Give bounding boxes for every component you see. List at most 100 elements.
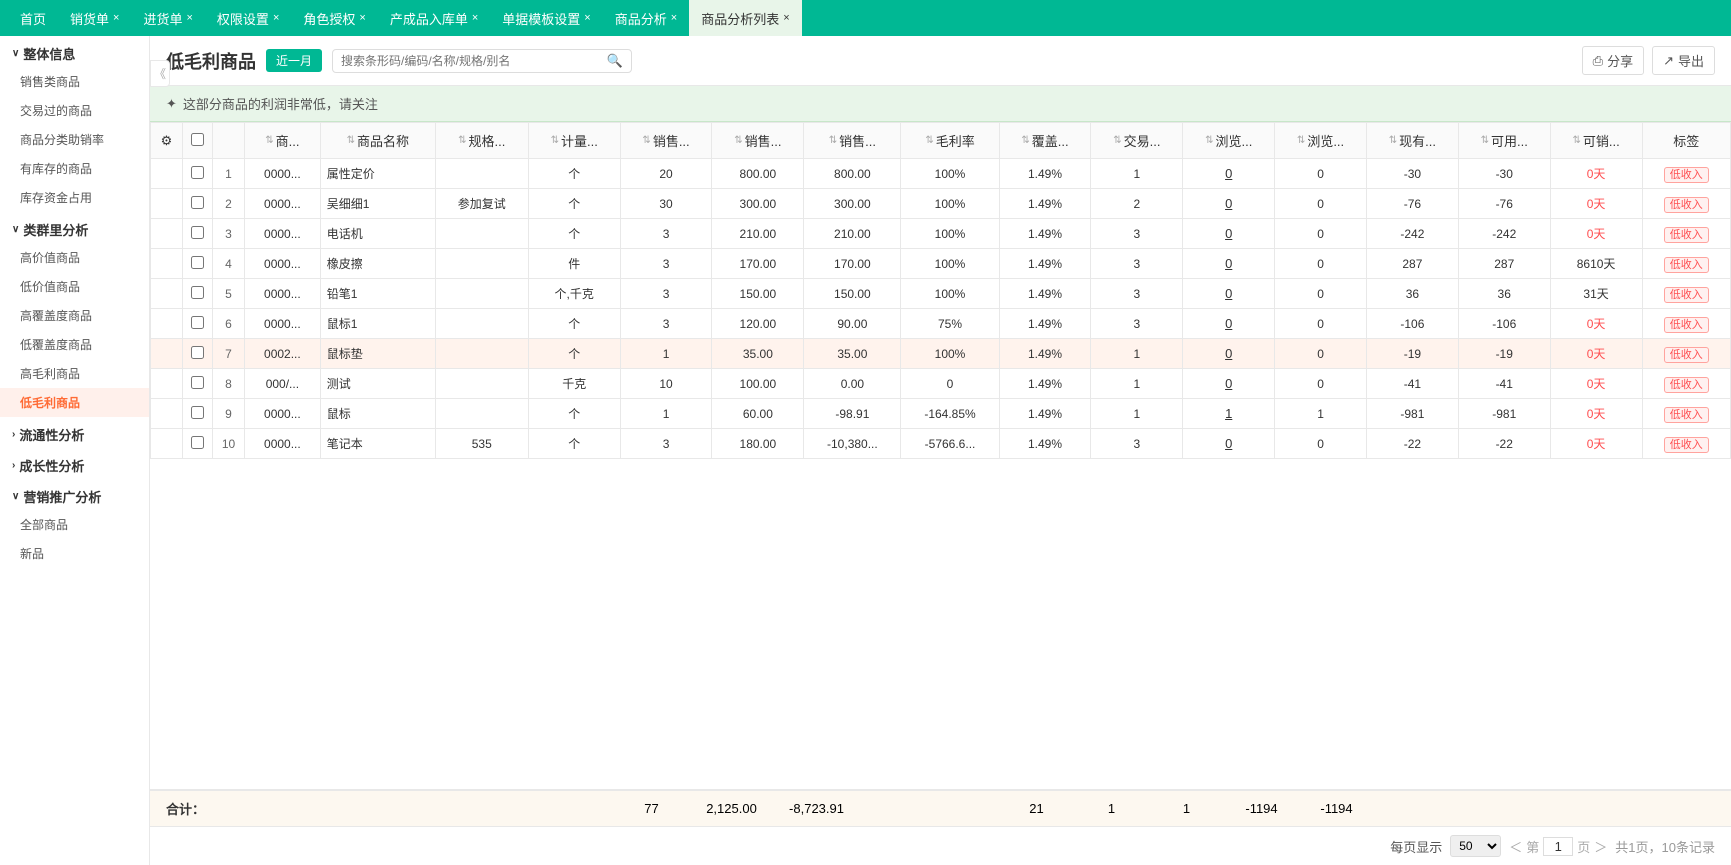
nav-product-analysis[interactable]: 商品分析 ×: [603, 0, 689, 36]
data-table-container[interactable]: ⚙ ⇅商... ⇅商品名称 ⇅规格...: [150, 122, 1731, 789]
next-page-button[interactable]: ＞: [1594, 837, 1607, 856]
sidebar-item-stocked-goods[interactable]: 有库存的商品: [0, 154, 149, 183]
period-button[interactable]: 近一月: [266, 49, 322, 72]
sidebar-item-category-rate[interactable]: 商品分类助销率: [0, 125, 149, 154]
sidebar-item-high-margin[interactable]: 高毛利商品: [0, 359, 149, 388]
sidebar-item-all-goods[interactable]: 全部商品: [0, 510, 149, 539]
row-view1[interactable]: 0: [1183, 249, 1275, 279]
row-checkbox-cell[interactable]: [183, 189, 213, 219]
close-icon[interactable]: ×: [273, 12, 279, 24]
col-rownum: [213, 123, 245, 159]
col-sellable[interactable]: ⇅可销...: [1550, 123, 1642, 159]
close-icon[interactable]: ×: [584, 12, 590, 24]
row-view1[interactable]: 0: [1183, 429, 1275, 459]
col-code[interactable]: ⇅商...: [245, 123, 321, 159]
row-view1[interactable]: 0: [1183, 279, 1275, 309]
sidebar-collapse-button[interactable]: 《: [150, 60, 170, 87]
current-page-input[interactable]: 1: [1543, 837, 1573, 856]
row-checkbox[interactable]: [191, 376, 204, 389]
row-view1[interactable]: 0: [1183, 309, 1275, 339]
sidebar-group-cluster[interactable]: ∨ 类群里分析: [0, 212, 149, 243]
share-button[interactable]: ⎙ 分享: [1582, 46, 1644, 75]
row-checkbox[interactable]: [191, 256, 204, 269]
col-select-all[interactable]: [183, 123, 213, 159]
nav-permission-settings[interactable]: 权限设置 ×: [205, 0, 291, 36]
row-checkbox[interactable]: [191, 166, 204, 179]
close-icon[interactable]: ×: [113, 12, 119, 24]
row-sales-profit: 150.00: [804, 279, 901, 309]
row-checkbox[interactable]: [191, 346, 204, 359]
settings-icon[interactable]: ⚙: [161, 133, 173, 148]
nav-product-analysis-list[interactable]: 商品分析列表 ×: [689, 0, 801, 36]
col-name[interactable]: ⇅商品名称: [320, 123, 435, 159]
row-checkbox[interactable]: [191, 316, 204, 329]
nav-role-auth[interactable]: 角色授权 ×: [291, 0, 377, 36]
col-available[interactable]: ⇅可用...: [1458, 123, 1550, 159]
sidebar-item-high-value[interactable]: 高价值商品: [0, 243, 149, 272]
sidebar-item-traded-goods[interactable]: 交易过的商品: [0, 96, 149, 125]
row-view1[interactable]: 0: [1183, 219, 1275, 249]
row-view1[interactable]: 0: [1183, 369, 1275, 399]
search-input[interactable]: [341, 54, 607, 68]
page-size-select[interactable]: 50 100 200: [1450, 835, 1501, 857]
close-icon[interactable]: ×: [783, 12, 789, 24]
row-sellable: 0天: [1550, 189, 1642, 219]
nav-product-warehouse[interactable]: 产成品入库单 ×: [378, 0, 490, 36]
col-unit[interactable]: ⇅计量...: [528, 123, 620, 159]
row-checkbox-cell[interactable]: [183, 339, 213, 369]
export-button[interactable]: ↗ 导出: [1652, 46, 1715, 75]
row-view1[interactable]: 0: [1183, 339, 1275, 369]
col-view1[interactable]: ⇅浏览...: [1183, 123, 1275, 159]
nav-template-settings[interactable]: 单据模板设置 ×: [490, 0, 602, 36]
sidebar-item-new-goods[interactable]: 新品: [0, 539, 149, 568]
close-icon[interactable]: ×: [472, 12, 478, 24]
sidebar-item-low-margin[interactable]: 低毛利商品: [0, 388, 149, 417]
col-sales-qty[interactable]: ⇅销售...: [620, 123, 712, 159]
sidebar-item-stock-capital[interactable]: 库存资金占用: [0, 183, 149, 212]
row-checkbox[interactable]: [191, 196, 204, 209]
col-sales-profit[interactable]: ⇅销售...: [804, 123, 901, 159]
row-checkbox-cell[interactable]: [183, 369, 213, 399]
row-checkbox-cell[interactable]: [183, 279, 213, 309]
col-settings[interactable]: ⚙: [151, 123, 183, 159]
row-checkbox-cell[interactable]: [183, 219, 213, 249]
nav-purchase-order[interactable]: 进货单 ×: [131, 0, 204, 36]
row-checkbox[interactable]: [191, 286, 204, 299]
row-checkbox-cell[interactable]: [183, 159, 213, 189]
col-current-stock[interactable]: ⇅现有...: [1366, 123, 1458, 159]
row-checkbox[interactable]: [191, 226, 204, 239]
sidebar-group-overall[interactable]: ∨ 整体信息: [0, 36, 149, 67]
prev-page-button[interactable]: ＜: [1509, 837, 1522, 856]
row-checkbox-cell[interactable]: [183, 399, 213, 429]
row-view1[interactable]: 1: [1183, 399, 1275, 429]
col-transaction[interactable]: ⇅交易...: [1091, 123, 1183, 159]
row-checkbox[interactable]: [191, 406, 204, 419]
col-coverage[interactable]: ⇅覆盖...: [999, 123, 1091, 159]
sidebar-item-high-coverage[interactable]: 高覆盖度商品: [0, 301, 149, 330]
row-checkbox-cell[interactable]: [183, 429, 213, 459]
row-view1[interactable]: 0: [1183, 159, 1275, 189]
col-gross-margin[interactable]: ⇅毛利率: [901, 123, 999, 159]
nav-home[interactable]: 首页: [8, 0, 58, 36]
row-code: 0000...: [245, 309, 321, 339]
col-sales-price[interactable]: ⇅销售...: [712, 123, 804, 159]
row-view1[interactable]: 0: [1183, 189, 1275, 219]
row-checkbox-cell[interactable]: [183, 249, 213, 279]
close-icon[interactable]: ×: [359, 12, 365, 24]
sidebar-group-liquidity[interactable]: › 流通性分析: [0, 417, 149, 448]
row-checkbox-cell[interactable]: [183, 309, 213, 339]
close-icon[interactable]: ×: [671, 12, 677, 24]
sidebar-group-marketing[interactable]: ∨ 营销推广分析: [0, 479, 149, 510]
select-all-checkbox[interactable]: [191, 133, 204, 146]
row-checkbox[interactable]: [191, 436, 204, 449]
close-icon[interactable]: ×: [186, 12, 192, 24]
row-tag: 低收入: [1642, 429, 1731, 459]
sidebar-item-low-coverage[interactable]: 低覆盖度商品: [0, 330, 149, 359]
sidebar-group-growth[interactable]: › 成长性分析: [0, 448, 149, 479]
col-spec[interactable]: ⇅规格...: [435, 123, 528, 159]
search-icon[interactable]: 🔍: [607, 53, 623, 69]
sidebar-item-low-value[interactable]: 低价值商品: [0, 272, 149, 301]
nav-sales-order[interactable]: 销货单 ×: [58, 0, 131, 36]
col-view2[interactable]: ⇅浏览...: [1275, 123, 1367, 159]
sidebar-item-sales-goods[interactable]: 销售类商品: [0, 67, 149, 96]
